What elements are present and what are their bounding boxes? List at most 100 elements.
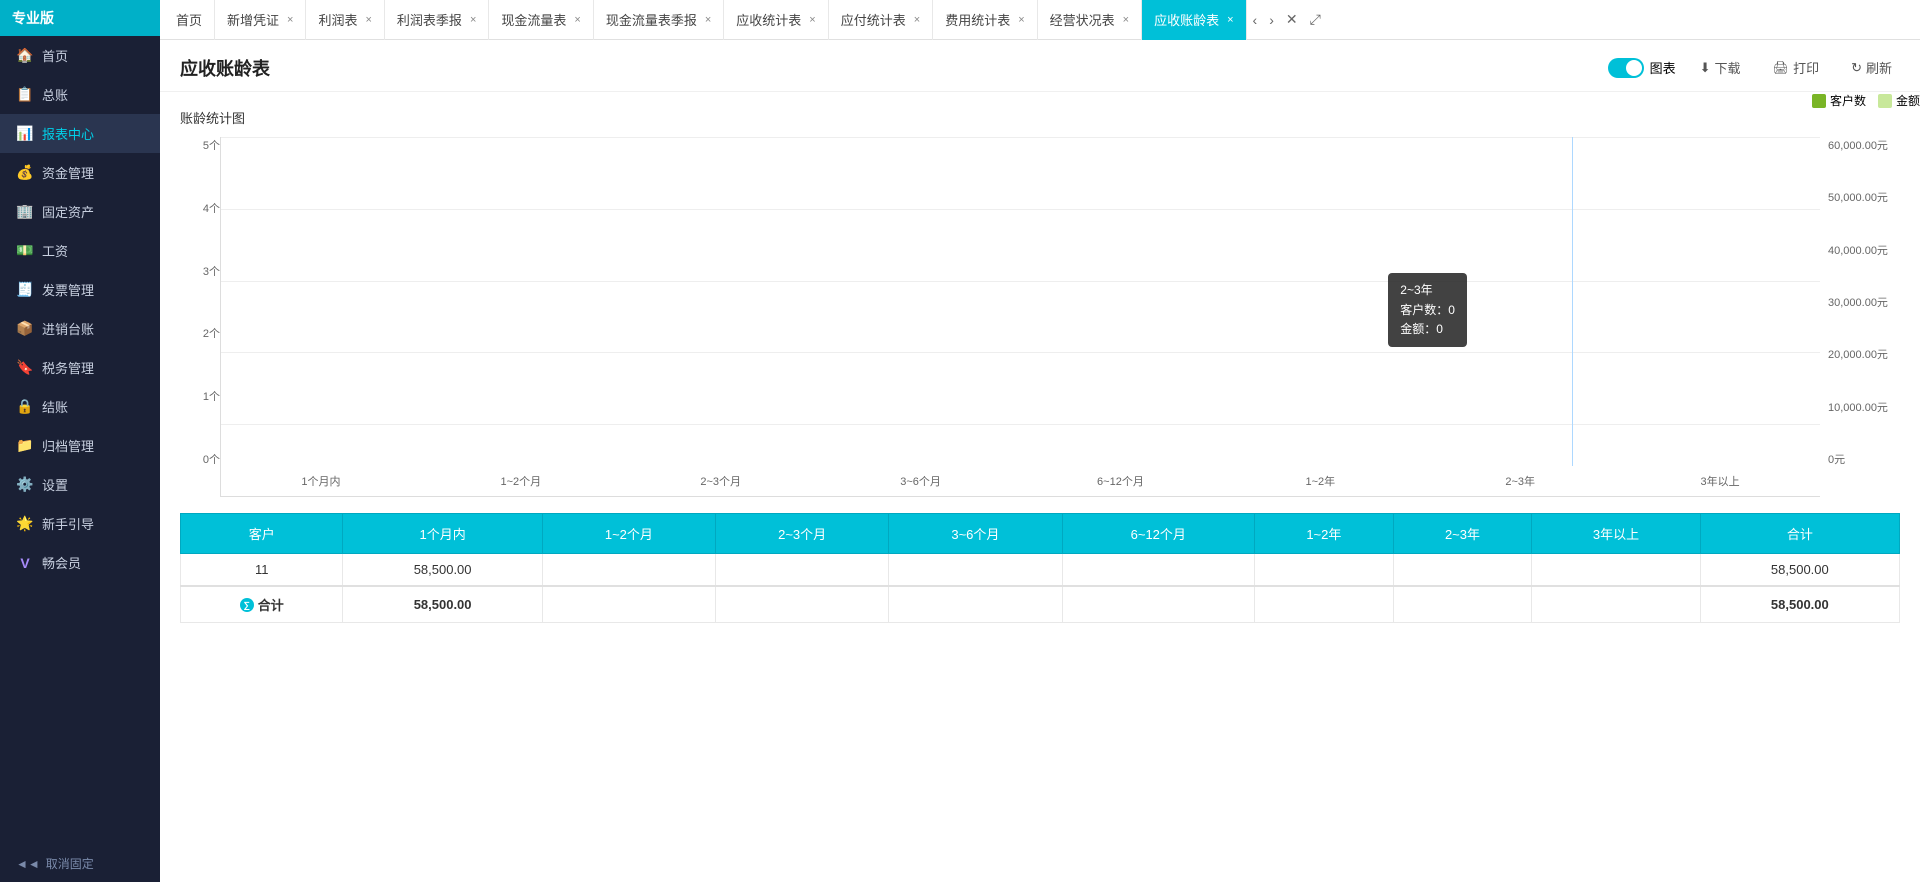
- tab-receivable-stat-close[interactable]: ×: [809, 14, 815, 26]
- tab-business-stat-close[interactable]: ×: [1123, 14, 1129, 26]
- cell-total: 58,500.00: [1700, 554, 1899, 587]
- sidebar-item-label: 设置: [42, 475, 68, 494]
- sidebar-item-fund[interactable]: 💰 资金管理: [0, 153, 160, 192]
- main-area: 首页 新增凭证 × 利润表 × 利润表季报 × 现金流量表 × 现金流量表季报 …: [160, 0, 1920, 882]
- tab-receivable-stat-label: 应收统计表: [736, 10, 801, 29]
- table-header-row: 客户 1个月内 1~2个月 2~3个月 3~6个月 6~12个月 1~2年 2~…: [181, 514, 1900, 554]
- sidebar-item-close[interactable]: 🔒 结账: [0, 387, 160, 426]
- tab-home[interactable]: 首页: [164, 0, 215, 40]
- vip-icon: V: [16, 555, 34, 571]
- refresh-label: 刷新: [1866, 58, 1892, 77]
- tab-receivable-aging[interactable]: 应收账龄表 ×: [1142, 0, 1246, 40]
- total-total: 58,500.00: [1700, 586, 1899, 623]
- col-header-customer: 客户: [181, 514, 343, 554]
- tab-cashflow[interactable]: 现金流量表 ×: [489, 0, 593, 40]
- page-header: 应收账龄表 图表 ⬇ 下载 🖨 打印 ↻ 刷新: [160, 40, 1920, 92]
- sidebar-toggle-pin[interactable]: ◄◄ 取消固定: [0, 845, 160, 882]
- sidebar-item-asset[interactable]: 🏢 固定资产: [0, 192, 160, 231]
- tab-cashflow-label: 现金流量表: [501, 10, 566, 29]
- total-icon: ∑: [240, 598, 254, 612]
- tab-profit-close[interactable]: ×: [365, 14, 371, 26]
- download-label: 下载: [1715, 58, 1741, 77]
- sidebar: 专业版 🏠 首页 📋 总账 📊 报表中心 💰 资金管理 🏢 固定资产 💵 工资 …: [0, 0, 160, 882]
- tab-bar: 首页 新增凭证 × 利润表 × 利润表季报 × 现金流量表 × 现金流量表季报 …: [160, 0, 1920, 40]
- print-btn[interactable]: 🖨 打印: [1765, 54, 1828, 81]
- sidebar-item-home[interactable]: 🏠 首页: [0, 36, 160, 75]
- close-account-icon: 🔒: [16, 398, 34, 415]
- chart-toggle-group: 图表: [1608, 58, 1676, 78]
- tab-payable-stat-close[interactable]: ×: [914, 14, 920, 26]
- tab-profit-quarterly-close[interactable]: ×: [470, 14, 476, 26]
- sidebar-item-salary[interactable]: 💵 工资: [0, 231, 160, 270]
- tab-receivable-stat[interactable]: 应收统计表 ×: [724, 0, 828, 40]
- table-area: 客户 1个月内 1~2个月 2~3个月 3~6个月 6~12个月 1~2年 2~…: [160, 513, 1920, 643]
- chart-body: 2~3年 客户数：0 金额：0 1个月内 1~2个月 2~3个月 3~6个月: [220, 137, 1820, 497]
- tab-expense-stat[interactable]: 费用统计表 ×: [933, 0, 1037, 40]
- chart-container: 5个 4个 3个 2个 1个 0个: [180, 137, 1900, 497]
- download-icon: ⬇: [1700, 60, 1711, 76]
- x-label-8: 3年以上: [1620, 466, 1820, 496]
- sidebar-item-label: 发票管理: [42, 280, 94, 299]
- x-label-6: 1~2年: [1220, 466, 1420, 496]
- tab-close-all-btn[interactable]: ✕: [1280, 0, 1304, 40]
- x-label-3: 2~3个月: [621, 466, 821, 496]
- tab-cashflow-quarterly[interactable]: 现金流量表季报 ×: [594, 0, 724, 40]
- print-icon: 🖨: [1773, 60, 1790, 76]
- sidebar-item-guide[interactable]: 🌟 新手引导: [0, 504, 160, 543]
- chart-toggle[interactable]: [1608, 58, 1644, 78]
- refresh-icon: ↻: [1851, 60, 1862, 76]
- total-y3: [1393, 586, 1532, 623]
- tab-cashflow-quarterly-close[interactable]: ×: [705, 14, 711, 26]
- refresh-btn[interactable]: ↻ 刷新: [1843, 54, 1900, 81]
- sidebar-item-label: 进销台账: [42, 319, 94, 338]
- sidebar-item-sales[interactable]: 📦 进销台账: [0, 309, 160, 348]
- sidebar-item-label: 首页: [42, 46, 68, 65]
- pin-icon: ◄◄: [16, 857, 40, 871]
- chart-toggle-label: 图表: [1650, 58, 1676, 77]
- legend-color-lightgreen: [1878, 94, 1892, 108]
- y-axis-right: 60,000.00元 50,000.00元 40,000.00元 30,000.…: [1820, 137, 1900, 497]
- total-m6: [889, 586, 1062, 623]
- tax-icon: 🔖: [16, 359, 34, 376]
- sidebar-item-label: 归档管理: [42, 436, 94, 455]
- invoice-icon: 🧾: [16, 281, 34, 298]
- tab-prev-btn[interactable]: ‹: [1247, 0, 1264, 40]
- tab-voucher-close[interactable]: ×: [287, 14, 293, 26]
- sidebar-item-ledger[interactable]: 📋 总账: [0, 75, 160, 114]
- total-yplus: [1532, 586, 1700, 623]
- cell-m12: [1062, 554, 1255, 587]
- x-label-2: 1~2个月: [421, 466, 621, 496]
- tab-voucher[interactable]: 新增凭证 ×: [215, 0, 306, 40]
- tab-cashflow-close[interactable]: ×: [574, 14, 580, 26]
- tab-payable-stat[interactable]: 应付统计表 ×: [829, 0, 933, 40]
- guide-icon: 🌟: [16, 515, 34, 532]
- tab-profit[interactable]: 利润表 ×: [306, 0, 384, 40]
- header-actions: 图表 ⬇ 下载 🖨 打印 ↻ 刷新: [1608, 54, 1900, 81]
- legend-amount: 金额: [1878, 92, 1920, 109]
- col-header-m3: 2~3个月: [716, 514, 889, 554]
- total-label-cell: ∑ 合计: [181, 586, 343, 623]
- sidebar-item-vip[interactable]: V 畅会员: [0, 543, 160, 582]
- tab-voucher-label: 新增凭证: [227, 10, 279, 29]
- tab-receivable-aging-close[interactable]: ×: [1227, 14, 1233, 26]
- cell-m6: [889, 554, 1062, 587]
- table-total-row: ∑ 合计 58,500.00 58,500.00: [181, 586, 1900, 623]
- chart-area: 账龄统计图 客户数 金额 5个 4个 3个 2个: [160, 92, 1920, 513]
- tab-expense-stat-close[interactable]: ×: [1018, 14, 1024, 26]
- tab-profit-quarterly[interactable]: 利润表季报 ×: [385, 0, 489, 40]
- sidebar-item-archive[interactable]: 📁 归档管理: [0, 426, 160, 465]
- legend-customer-label: 客户数: [1830, 92, 1866, 109]
- table-row: 11 58,500.00 58,500.00: [181, 554, 1900, 587]
- sidebar-item-report[interactable]: 📊 报表中心: [0, 114, 160, 153]
- download-btn[interactable]: ⬇ 下载: [1692, 54, 1749, 81]
- sidebar-item-settings[interactable]: ⚙️ 设置: [0, 465, 160, 504]
- home-icon: 🏠: [16, 47, 34, 64]
- total-m12: [1062, 586, 1255, 623]
- sidebar-item-invoice[interactable]: 🧾 发票管理: [0, 270, 160, 309]
- tab-expand-btn[interactable]: ⤢: [1304, 0, 1327, 40]
- sidebar-item-tax[interactable]: 🔖 税务管理: [0, 348, 160, 387]
- tab-business-stat[interactable]: 经营状况表 ×: [1038, 0, 1142, 40]
- tab-next-btn[interactable]: ›: [1263, 0, 1280, 40]
- report-icon: 📊: [16, 125, 34, 142]
- col-header-m12: 6~12个月: [1062, 514, 1255, 554]
